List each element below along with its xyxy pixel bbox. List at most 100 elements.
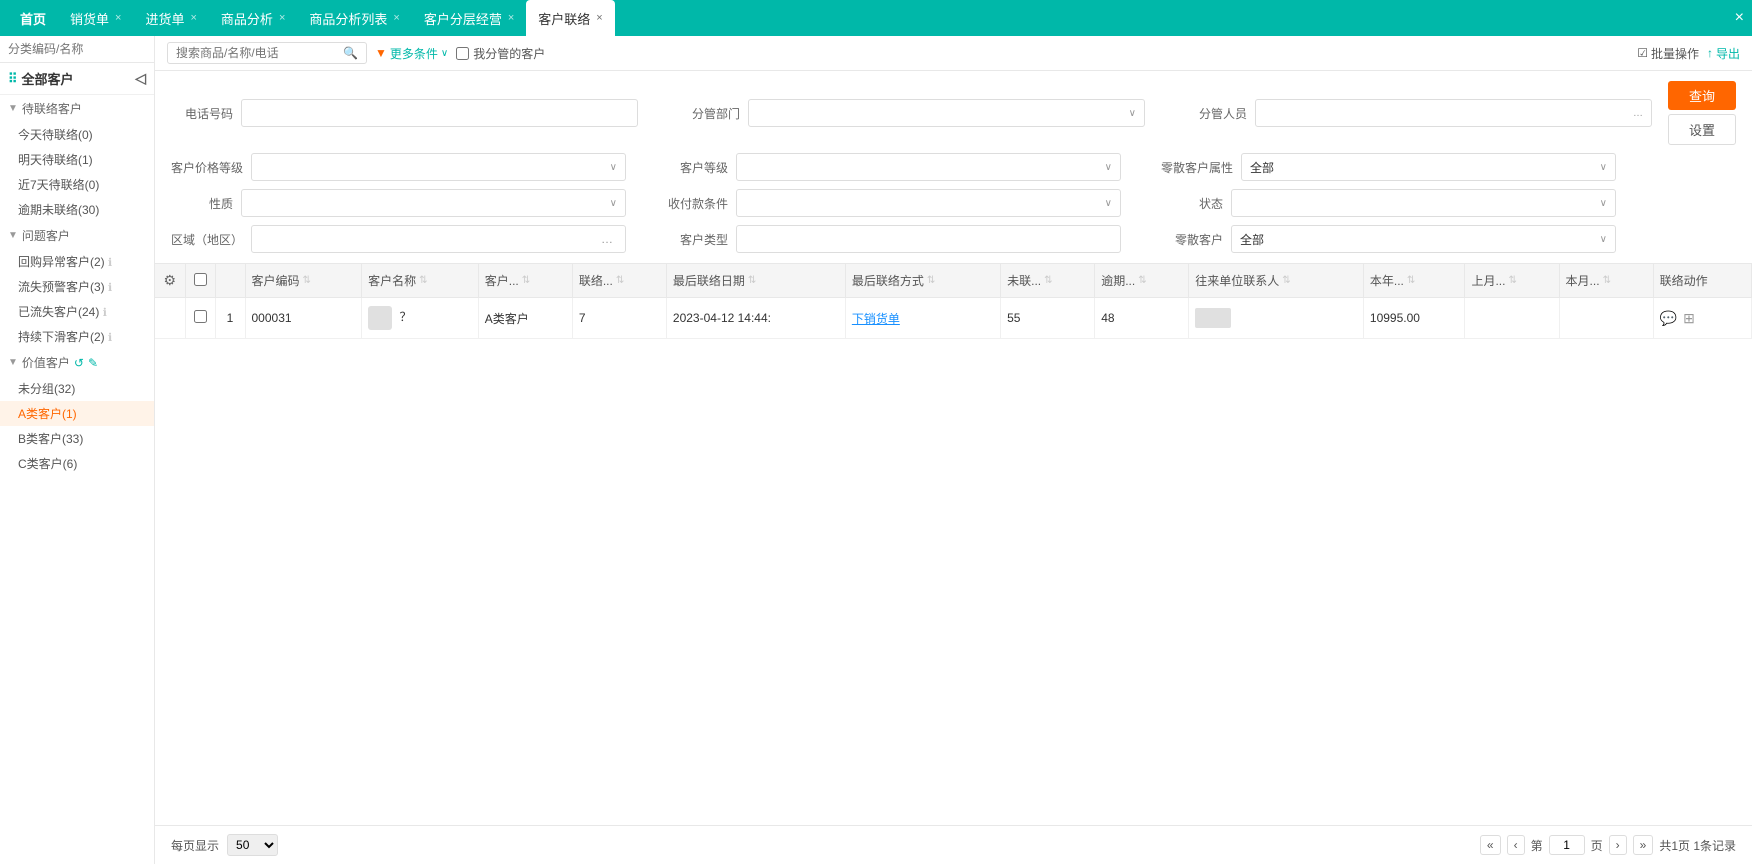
sidebar-section-value[interactable]: ▼ 价值客户 ↺ ✎ — [0, 349, 154, 376]
nav-product-analysis-list[interactable]: 商品分析列表 × — [297, 0, 411, 36]
first-page-btn[interactable]: « — [1480, 835, 1501, 855]
more-filter-btn[interactable]: ▼ 更多条件 ∨ — [375, 45, 448, 62]
table-gear-icon[interactable]: ⚙ — [163, 272, 176, 288]
th-contact-times[interactable]: 联络...⇅ — [572, 264, 666, 298]
filter-actions: 查询 设置 — [1668, 81, 1736, 145]
price-grade-arrow: ∨ — [610, 162, 617, 173]
filter-price-grade: 客户价格等级 ∨ — [171, 153, 626, 181]
sidebar-section-problem[interactable]: ▼ 问题客户 — [0, 222, 154, 249]
row-select-checkbox[interactable] — [194, 310, 207, 323]
status-select[interactable]: ∨ — [1231, 189, 1616, 217]
page-input[interactable] — [1549, 835, 1585, 855]
my-customer-check[interactable] — [456, 47, 469, 60]
nav-product-analysis-list-close[interactable]: × — [393, 12, 399, 24]
nav-purchase[interactable]: 进货单 × — [133, 0, 208, 36]
sidebar-search-row: 🔍 — [0, 36, 154, 63]
value-refresh-icon[interactable]: ↺ — [74, 356, 84, 370]
nav-sales[interactable]: 销货单 × — [58, 0, 133, 36]
top-nav: 首页 销货单 × 进货单 × 商品分析 × 商品分析列表 × 客户分层经营 × … — [0, 0, 1752, 36]
th-last-date[interactable]: 最后联络日期⇅ — [666, 264, 845, 298]
filter-row-3: 性质 ∨ 收付款条件 ∨ 状态 — [171, 189, 1736, 217]
retail-attr-select[interactable]: 全部 ∨ — [1241, 153, 1616, 181]
filter-row-2: 客户价格等级 ∨ 客户等级 ∨ 零散客户属性 — [171, 153, 1736, 181]
th-type[interactable]: 客户...⇅ — [478, 264, 572, 298]
sidebar-item-class-a[interactable]: A类客户(1) — [0, 401, 154, 426]
this-year-sort: ⇅ — [1407, 275, 1415, 286]
sidebar-search-input[interactable] — [8, 42, 155, 56]
sidebar-item-7days[interactable]: 近7天待联络(0) — [0, 172, 154, 197]
page-label: 第 — [1531, 837, 1543, 854]
nav-customer-contact-close[interactable]: × — [596, 12, 602, 24]
sidebar-item-churned[interactable]: 已流失客户(24) ℹ — [0, 299, 154, 324]
dept-select[interactable]: ∨ — [748, 99, 1145, 127]
sidebar-section-pending[interactable]: ▼ 待联络客户 — [0, 95, 154, 122]
price-grade-select[interactable]: ∨ — [251, 153, 626, 181]
bulk-op-btn[interactable]: ☑ 批量操作 — [1637, 45, 1699, 62]
customer-grade-label: 客户等级 — [666, 159, 736, 176]
last-contact-link[interactable]: 下销货单 — [852, 312, 900, 326]
phone-input[interactable] — [241, 99, 638, 127]
status-arrow: ∨ — [1600, 198, 1607, 209]
th-uncontact[interactable]: 未联...⇅ — [1001, 264, 1095, 298]
setting-button[interactable]: 设置 — [1668, 114, 1736, 145]
nav-purchase-close[interactable]: × — [190, 12, 196, 24]
nav-customer-tier[interactable]: 客户分层经营 × — [412, 0, 526, 36]
export-btn[interactable]: ↑ 导出 — [1707, 45, 1740, 62]
sidebar-item-class-c[interactable]: C类客户(6) — [0, 451, 154, 476]
th-action: 联络动作 — [1653, 264, 1751, 298]
sidebar-item-declining[interactable]: 持续下滑客户(2) ℹ — [0, 324, 154, 349]
filter-chevron: ∨ — [441, 48, 448, 59]
prev-page-btn[interactable]: ‹ — [1507, 835, 1525, 855]
nav-sales-close[interactable]: × — [115, 12, 121, 24]
sidebar-item-tomorrow[interactable]: 明天待联络(1) — [0, 147, 154, 172]
nature-select[interactable]: ∨ — [241, 189, 626, 217]
nav-customer-contact[interactable]: 客户联络 × — [526, 0, 614, 36]
th-name[interactable]: 客户名称⇅ — [362, 264, 479, 298]
retail-attr-arrow: ∨ — [1600, 162, 1607, 173]
value-edit-icon[interactable]: ✎ — [88, 356, 98, 370]
toolbar-search-input[interactable] — [176, 46, 343, 60]
chat-action-icon[interactable]: 💬 — [1660, 310, 1677, 327]
toolbar-search-icon[interactable]: 🔍 — [343, 46, 358, 60]
sidebar-item-today[interactable]: 今天待联络(0) — [0, 122, 154, 147]
sidebar-item-overdue[interactable]: 逾期未联络(30) — [0, 197, 154, 222]
sidebar-item-unclassified[interactable]: 未分组(32) — [0, 376, 154, 401]
row-last-date: 2023-04-12 14:44: — [666, 298, 845, 339]
nav-product-analysis[interactable]: 商品分析 × — [209, 0, 297, 36]
th-last-month[interactable]: 上月...⇅ — [1465, 264, 1559, 298]
app-close[interactable]: × — [1735, 9, 1744, 27]
payment-select[interactable]: ∨ — [736, 189, 1121, 217]
next-page-btn[interactable]: › — [1609, 835, 1627, 855]
filter-payment: 收付款条件 ∨ — [666, 189, 1121, 217]
sidebar-collapse-icon[interactable]: ◁ — [135, 70, 146, 87]
retail-customer-select[interactable]: 全部 ∨ — [1231, 225, 1616, 253]
query-button[interactable]: 查询 — [1668, 81, 1736, 110]
select-all-checkbox[interactable] — [194, 273, 207, 286]
sidebar-item-class-b[interactable]: B类客户(33) — [0, 426, 154, 451]
nav-customer-tier-close[interactable]: × — [508, 12, 514, 24]
toolbar-right: ☑ 批量操作 ↑ 导出 — [1637, 45, 1740, 62]
row-type: A类客户 — [478, 298, 572, 339]
th-overdue[interactable]: 逾期...⇅ — [1095, 264, 1189, 298]
last-page-btn[interactable]: » — [1633, 835, 1654, 855]
qr-action-icon[interactable]: ⊞ — [1683, 310, 1695, 327]
phone-label: 电话号码 — [171, 105, 241, 122]
page-size-select[interactable]: 50 100 200 — [227, 834, 278, 856]
customer-type-select[interactable] — [736, 225, 1121, 253]
th-company-contact[interactable]: 往来单位联系人⇅ — [1189, 264, 1364, 298]
th-this-year[interactable]: 本年...⇅ — [1363, 264, 1465, 298]
th-this-month[interactable]: 本月...⇅ — [1559, 264, 1653, 298]
sidebar-item-churn-warning[interactable]: 流失预警客户(3) ℹ — [0, 274, 154, 299]
th-last-type[interactable]: 最后联络方式⇅ — [845, 264, 1000, 298]
person-select[interactable]: … — [1255, 99, 1652, 127]
nav-home[interactable]: 首页 — [8, 0, 58, 36]
nav-product-analysis-close[interactable]: × — [279, 12, 285, 24]
customer-grade-arrow: ∨ — [1105, 162, 1112, 173]
sidebar-item-repurchase-anomaly[interactable]: 回购异常客户(2) ℹ — [0, 249, 154, 274]
th-code[interactable]: 客户编码⇅ — [245, 264, 362, 298]
code-sort: ⇅ — [303, 275, 311, 286]
customer-grade-select[interactable]: ∨ — [736, 153, 1121, 181]
my-customer-checkbox[interactable]: 我分管的客户 — [456, 45, 545, 62]
sidebar-all-customers[interactable]: ⠿ 全部客户 ◁ — [0, 63, 154, 95]
region-select[interactable]: … — [251, 225, 626, 253]
